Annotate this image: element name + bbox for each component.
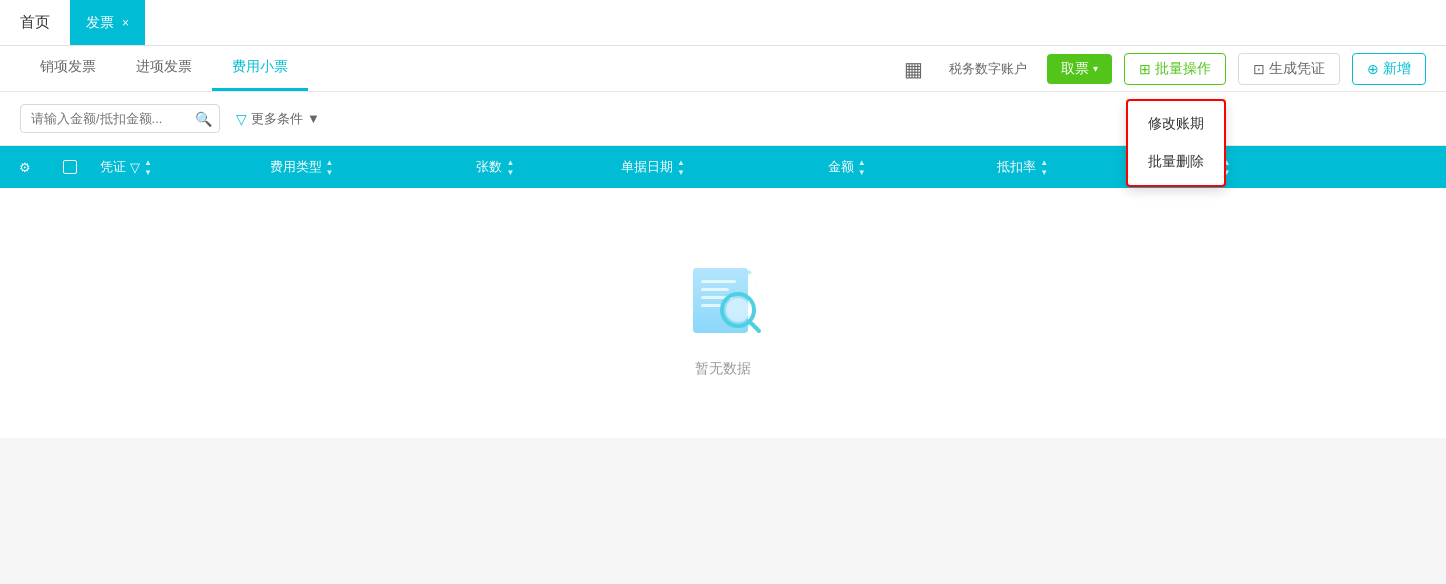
- table-header: ⚙ 凭证 ▽ ▲▼ 费用类型 ▲▼ 张数 ▲▼ 单据日期 ▲▼ 金额 ▲▼ 抵扣…: [0, 146, 1446, 188]
- th-date-sort: ▲▼: [677, 158, 685, 177]
- more-conditions-arrow-icon: ▼: [307, 111, 320, 126]
- th-settings[interactable]: ⚙: [0, 160, 50, 175]
- new-icon: ⊕: [1367, 61, 1379, 77]
- take-ticket-arrow-icon: ▾: [1093, 63, 1098, 74]
- modify-period-item[interactable]: 修改账期: [1128, 105, 1224, 143]
- empty-state: ✦ · 暂无数据: [0, 188, 1446, 438]
- th-expense-type-label: 费用类型: [270, 158, 322, 176]
- tab-expense[interactable]: 费用小票: [212, 46, 308, 91]
- th-expense-type[interactable]: 费用类型 ▲▼: [260, 158, 467, 177]
- qr-icon-button[interactable]: ▦: [897, 53, 929, 85]
- top-bar: 首页 发票 ×: [0, 0, 1446, 46]
- new-button[interactable]: ⊕ 新增: [1352, 53, 1426, 85]
- search-input[interactable]: [20, 104, 220, 133]
- batch-btn-wrapper: ⊞ 批量操作 修改账期 批量删除: [1124, 53, 1226, 85]
- th-check[interactable]: [50, 160, 90, 174]
- empty-illustration: ✦ ·: [673, 248, 773, 348]
- th-amount-label: 金额: [828, 158, 854, 176]
- th-voucher-filter-icon: ▽: [130, 160, 140, 175]
- svg-text:·: ·: [755, 281, 757, 290]
- batch-icon: ⊞: [1139, 61, 1151, 77]
- close-icon[interactable]: ×: [122, 16, 129, 30]
- svg-rect-4: [701, 288, 729, 291]
- batch-operation-button[interactable]: ⊞ 批量操作: [1124, 53, 1226, 85]
- nav-tabs: 销项发票 进项发票 费用小票: [20, 46, 308, 91]
- new-label: 新增: [1383, 60, 1411, 78]
- th-deduct-rate-sort: ▲▼: [1040, 158, 1048, 177]
- batch-dropdown-menu: 修改账期 批量删除: [1126, 99, 1226, 187]
- invoice-tab-label: 发票: [86, 14, 114, 32]
- tab-incoming[interactable]: 进项发票: [116, 46, 212, 91]
- th-voucher[interactable]: 凭证 ▽ ▲▼: [90, 158, 260, 177]
- select-all-checkbox[interactable]: [63, 160, 77, 174]
- search-bar: 🔍 ▽ 更多条件 ▼: [0, 92, 1446, 146]
- th-expense-type-sort: ▲▼: [326, 158, 334, 177]
- invoice-tab[interactable]: 发票 ×: [70, 0, 145, 45]
- main-content: ✦ · 暂无数据: [0, 188, 1446, 438]
- svg-rect-3: [701, 280, 736, 283]
- th-count[interactable]: 张数 ▲▼: [466, 158, 611, 177]
- take-ticket-label: 取票: [1061, 60, 1089, 78]
- gen-voucher-icon: ⊡: [1253, 61, 1265, 77]
- svg-text:✦: ✦: [745, 267, 753, 278]
- th-deduct-rate-label: 抵扣率: [997, 158, 1036, 176]
- tab-sales[interactable]: 销项发票: [20, 46, 116, 91]
- svg-line-9: [749, 321, 759, 331]
- th-date-label: 单据日期: [621, 158, 673, 176]
- gen-voucher-label: 生成凭证: [1269, 60, 1325, 78]
- search-input-wrapper: 🔍: [20, 104, 220, 133]
- th-amount[interactable]: 金额 ▲▼: [818, 158, 988, 177]
- batch-delete-item[interactable]: 批量删除: [1128, 143, 1224, 181]
- gen-voucher-button[interactable]: ⊡ 生成凭证: [1238, 53, 1340, 85]
- search-icon[interactable]: 🔍: [195, 111, 212, 127]
- svg-rect-6: [701, 304, 721, 307]
- empty-text: 暂无数据: [695, 360, 751, 378]
- more-conditions-label: 更多条件: [251, 110, 303, 128]
- th-amount-sort: ▲▼: [858, 158, 866, 177]
- tax-digital-button[interactable]: 税务数字账户: [941, 60, 1035, 78]
- th-date[interactable]: 单据日期 ▲▼: [611, 158, 818, 177]
- th-count-label: 张数: [476, 158, 502, 176]
- home-tab[interactable]: 首页: [0, 0, 70, 45]
- svg-point-8: [726, 298, 750, 322]
- nav-actions: ▦ 税务数字账户 取票 ▾ ⊞ 批量操作 修改账期 批量删除 ⊡ 生成凭证 ⊕ …: [897, 53, 1426, 85]
- batch-label: 批量操作: [1155, 60, 1211, 78]
- th-count-sort: ▲▼: [506, 158, 514, 177]
- filter-icon: ▽: [236, 111, 247, 127]
- settings-icon: ⚙: [19, 160, 31, 175]
- th-voucher-sort: ▲▼: [144, 158, 152, 177]
- more-conditions-button[interactable]: ▽ 更多条件 ▼: [236, 110, 320, 128]
- take-ticket-button[interactable]: 取票 ▾: [1047, 54, 1112, 84]
- nav-bar: 销项发票 进项发票 费用小票 ▦ 税务数字账户 取票 ▾ ⊞ 批量操作 修改账期…: [0, 46, 1446, 92]
- th-voucher-label: 凭证: [100, 158, 126, 176]
